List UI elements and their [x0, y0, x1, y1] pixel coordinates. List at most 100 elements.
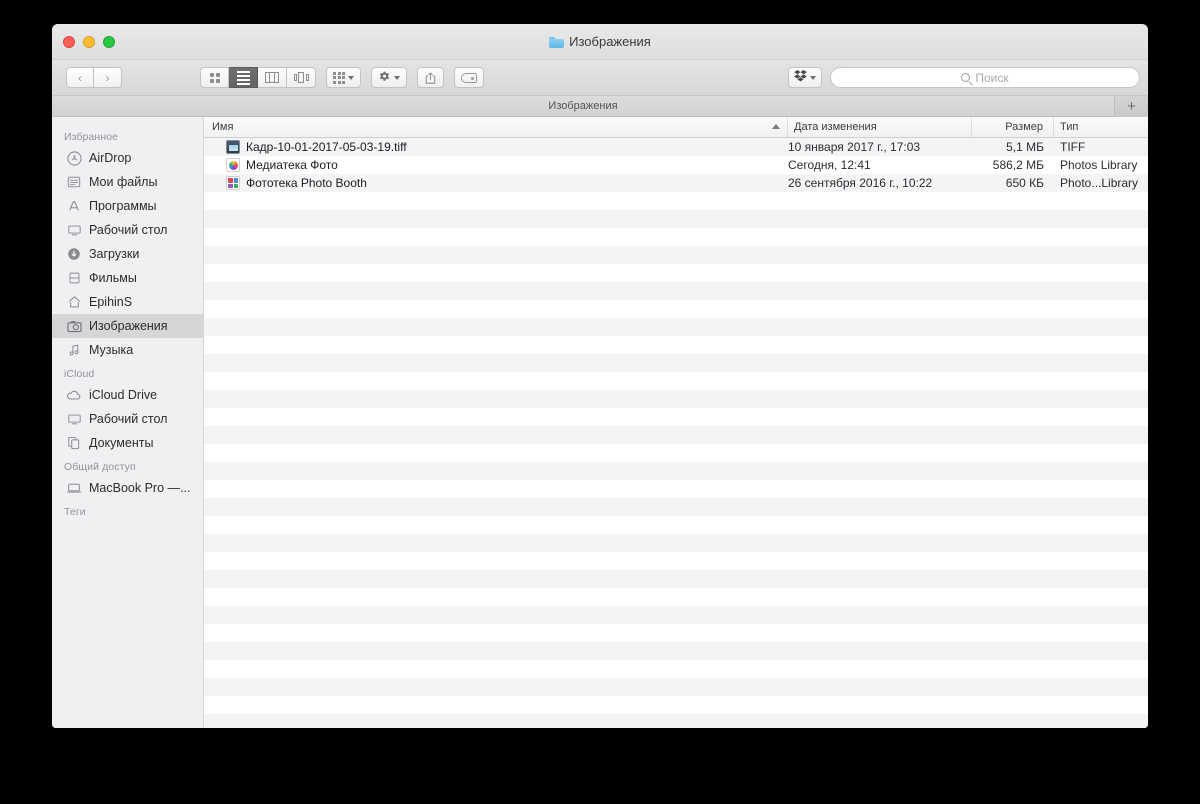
column-headers: Имя Дата изменения Размер Тип — [204, 117, 1148, 138]
file-list: Имя Дата изменения Размер Тип — [204, 117, 1148, 728]
file-size-cell: 650 КБ — [972, 176, 1054, 190]
sidebar-item-label: Рабочий стол — [89, 412, 167, 426]
sidebar-item-pictures[interactable]: Изображения — [52, 314, 203, 338]
coverflow-view-icon — [294, 72, 309, 83]
share-icon — [424, 71, 437, 85]
row-stripe — [204, 552, 1148, 570]
file-rows-container: Кадр-10-01-2017-05-03-19.tiff 10 января … — [204, 138, 1148, 728]
file-type-cell: Photo...Library — [1054, 176, 1148, 190]
column-header-label: Размер — [1005, 121, 1043, 133]
sidebar-item-airdrop[interactable]: AirDrop — [52, 146, 203, 170]
file-date-cell: 26 сентября 2016 г., 10:22 — [788, 176, 972, 190]
music-icon — [66, 342, 82, 358]
action-menu-button[interactable] — [371, 67, 407, 88]
desktop-icon — [66, 222, 82, 238]
row-stripe — [204, 192, 1148, 210]
view-mode-group — [200, 67, 316, 88]
list-view-icon — [237, 71, 250, 85]
sidebar-item-label: Музыка — [89, 343, 133, 357]
finder-toolbar: ‹ › — [52, 60, 1148, 96]
sidebar-item-label: Программы — [89, 199, 157, 213]
sidebar-item-label: Мои файлы — [89, 175, 157, 189]
row-stripe — [204, 390, 1148, 408]
new-tab-button[interactable]: + — [1114, 96, 1148, 117]
column-header-label: Имя — [212, 121, 233, 133]
icloud-icon — [66, 387, 82, 403]
dropbox-icon — [794, 69, 807, 87]
blue-folder-icon — [549, 36, 564, 48]
window-titlebar[interactable]: Изображения — [52, 24, 1148, 60]
row-stripe — [204, 642, 1148, 660]
window-body: Избранное AirDrop Мои файлы — [52, 117, 1148, 728]
sidebar-item-movies[interactable]: Фильмы — [52, 266, 203, 290]
downloads-icon — [66, 246, 82, 262]
row-stripe — [204, 336, 1148, 354]
sidebar-item-label: Загрузки — [89, 247, 139, 261]
current-folder-label[interactable]: Изображения — [52, 100, 1114, 112]
table-row[interactable]: Фототека Photo Booth 26 сентября 2016 г.… — [204, 174, 1148, 192]
row-stripe — [204, 228, 1148, 246]
sidebar-item-macbook-pro[interactable]: MacBook Pro —... — [52, 476, 203, 500]
row-stripe — [204, 282, 1148, 300]
row-stripe — [204, 534, 1148, 552]
sidebar-item-icloud-drive[interactable]: iCloud Drive — [52, 383, 203, 407]
sidebar-section-shared-header: Общий доступ — [52, 455, 203, 476]
column-header-size[interactable]: Размер — [972, 117, 1054, 137]
file-name-cell: Медиатека Фото — [204, 158, 788, 172]
gear-icon — [378, 71, 391, 84]
sidebar: Избранное AirDrop Мои файлы — [52, 117, 204, 728]
edit-tags-button[interactable] — [454, 67, 484, 88]
sidebar-item-icloud-desktop[interactable]: Рабочий стол — [52, 407, 203, 431]
photobooth-library-icon — [226, 176, 240, 190]
sidebar-item-label: AirDrop — [89, 151, 131, 165]
row-stripe — [204, 480, 1148, 498]
table-row[interactable]: Кадр-10-01-2017-05-03-19.tiff 10 января … — [204, 138, 1148, 156]
arrange-button[interactable] — [326, 67, 361, 88]
column-header-label: Тип — [1060, 121, 1078, 133]
sidebar-section-favorites-header: Избранное — [52, 125, 203, 146]
table-row[interactable]: Медиатека Фото Сегодня, 12:41 586,2 МБ P… — [204, 156, 1148, 174]
row-stripe — [204, 588, 1148, 606]
chevron-down-icon — [348, 76, 354, 80]
row-stripe — [204, 696, 1148, 714]
column-header-type[interactable]: Тип — [1054, 117, 1148, 137]
column-view-button[interactable] — [258, 67, 287, 88]
list-view-button[interactable] — [229, 67, 258, 88]
file-size-cell: 5,1 МБ — [972, 140, 1054, 154]
back-button[interactable]: ‹ — [66, 67, 94, 88]
sidebar-item-label: MacBook Pro —... — [89, 481, 190, 495]
icon-view-button[interactable] — [200, 67, 229, 88]
sidebar-item-music[interactable]: Музыка — [52, 338, 203, 362]
row-stripe — [204, 498, 1148, 516]
movies-icon — [66, 270, 82, 286]
column-header-name[interactable]: Имя — [204, 117, 788, 137]
sidebar-item-downloads[interactable]: Загрузки — [52, 242, 203, 266]
tag-icon — [461, 73, 477, 83]
file-name-label: Медиатека Фото — [246, 158, 338, 172]
sidebar-item-documents[interactable]: Документы — [52, 431, 203, 455]
row-stripe — [204, 246, 1148, 264]
row-stripe — [204, 426, 1148, 444]
file-name-cell: Кадр-10-01-2017-05-03-19.tiff — [204, 140, 788, 154]
sidebar-item-applications[interactable]: Программы — [52, 194, 203, 218]
tab-bar: Изображения + — [52, 96, 1148, 117]
arrange-grid-icon — [333, 72, 345, 84]
navigation-button-group: ‹ › — [66, 67, 122, 88]
sidebar-item-all-my-files[interactable]: Мои файлы — [52, 170, 203, 194]
dropbox-menu-button[interactable] — [788, 67, 822, 88]
share-button[interactable] — [417, 67, 444, 88]
forward-button[interactable]: › — [94, 67, 122, 88]
search-field[interactable]: Поиск — [830, 67, 1140, 88]
desktop-icon — [66, 411, 82, 427]
sidebar-item-desktop[interactable]: Рабочий стол — [52, 218, 203, 242]
row-stripe — [204, 570, 1148, 588]
sidebar-item-home[interactable]: EpihinS — [52, 290, 203, 314]
sidebar-item-label: Изображения — [89, 319, 168, 333]
file-date-cell: 10 января 2017 г., 17:03 — [788, 140, 972, 154]
laptop-icon — [66, 480, 82, 496]
search-icon — [961, 73, 970, 82]
photos-library-icon — [226, 158, 240, 172]
row-stripe — [204, 516, 1148, 534]
coverflow-view-button[interactable] — [287, 67, 316, 88]
column-header-date[interactable]: Дата изменения — [788, 117, 972, 137]
